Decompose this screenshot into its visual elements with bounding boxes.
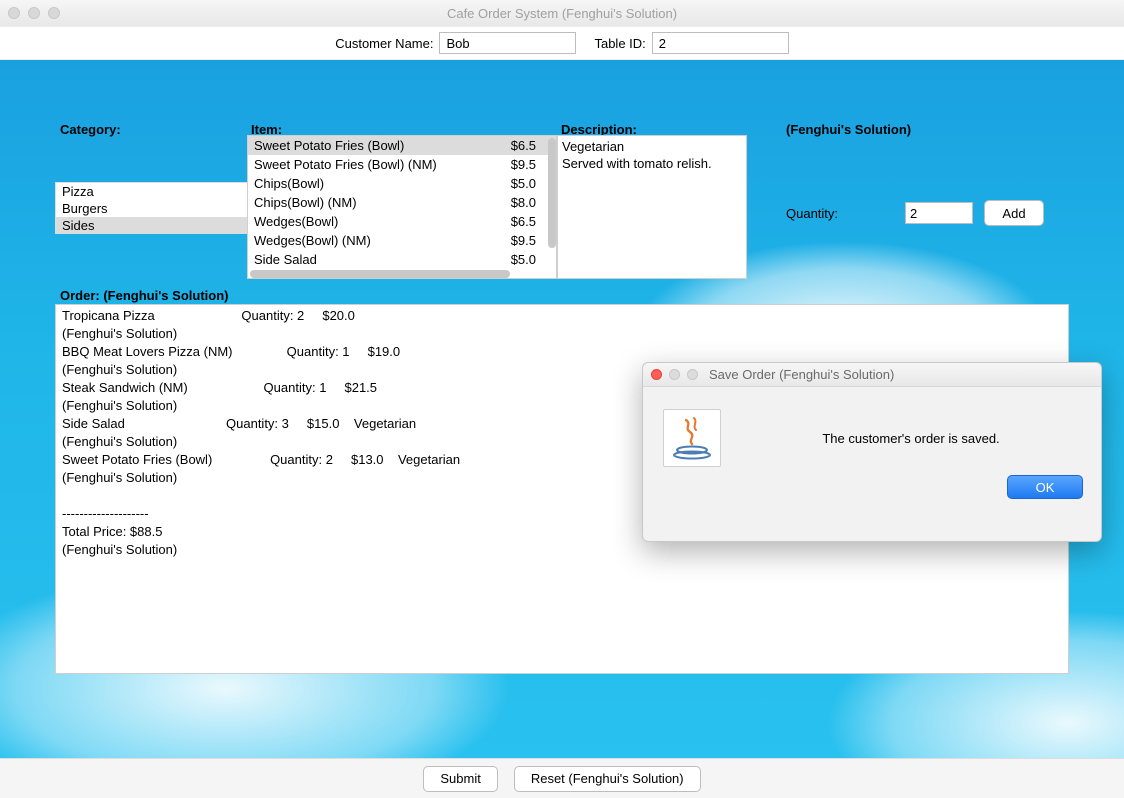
dialog-close-icon[interactable] — [651, 369, 662, 380]
quantity-input[interactable] — [905, 202, 973, 224]
item-price: $5.0 — [511, 174, 536, 193]
customer-form-row: Customer Name: Table ID: — [0, 26, 1124, 60]
add-button[interactable]: Add — [984, 200, 1044, 226]
window-title: Cafe Order System (Fenghui's Solution) — [0, 6, 1124, 21]
java-icon — [663, 409, 721, 467]
minimize-window-icon[interactable] — [28, 7, 40, 19]
item-horizontal-scrollbar[interactable] — [250, 270, 546, 278]
table-id-label: Table ID: — [594, 36, 645, 51]
dialog-titlebar: Save Order (Fenghui's Solution) — [643, 363, 1101, 387]
window-titlebar: Cafe Order System (Fenghui's Solution) — [0, 0, 1124, 26]
dialog-zoom-icon — [687, 369, 698, 380]
item-row[interactable]: Wedges(Bowl) $6.5 — [248, 212, 556, 231]
dialog-title: Save Order (Fenghui's Solution) — [709, 367, 1101, 382]
item-name: Side Salad — [254, 250, 317, 268]
dialog-message: The customer's order is saved. — [741, 431, 1081, 446]
item-name: Chips(Bowl) — [254, 174, 324, 193]
item-price: $9.5 — [511, 155, 536, 174]
item-row[interactable]: Chips(Bowl) $5.0 — [248, 174, 556, 193]
item-name: Wedges(Bowl) (NM) — [254, 231, 371, 250]
description-box: Vegetarian Served with tomato relish. — [557, 135, 747, 279]
item-name: Wedges(Bowl) — [254, 212, 338, 231]
category-row[interactable]: Burgers — [56, 200, 249, 217]
category-list[interactable]: PizzaBurgersSides — [55, 182, 250, 234]
dialog-ok-button[interactable]: OK — [1007, 475, 1083, 499]
item-name: Chips(Bowl) (NM) — [254, 193, 357, 212]
main-area: Category: Item: Description: (Fenghui's … — [0, 60, 1124, 758]
close-window-icon[interactable] — [8, 7, 20, 19]
footer-bar: Submit Reset (Fenghui's Solution) — [0, 758, 1124, 798]
item-price: $6.5 — [511, 136, 536, 155]
submit-button[interactable]: Submit — [423, 766, 497, 792]
item-row[interactable]: Chips(Bowl) (NM) $8.0 — [248, 193, 556, 212]
traffic-lights — [8, 7, 60, 19]
item-row[interactable]: Sweet Potato Fries (Bowl) $6.5 — [248, 136, 556, 155]
item-row[interactable]: Side Salad $5.0 — [248, 250, 556, 268]
description-line: Vegetarian — [562, 138, 742, 155]
item-name: Sweet Potato Fries (Bowl) (NM) — [254, 155, 437, 174]
order-heading: Order: (Fenghui's Solution) — [60, 288, 228, 303]
item-row[interactable]: Sweet Potato Fries (Bowl) (NM) $9.5 — [248, 155, 556, 174]
customer-name-input[interactable] — [439, 32, 576, 54]
item-price: $8.0 — [511, 193, 536, 212]
reset-button[interactable]: Reset (Fenghui's Solution) — [514, 766, 701, 792]
item-price: $5.0 — [511, 250, 536, 268]
item-price: $9.5 — [511, 231, 536, 250]
category-row[interactable]: Pizza — [56, 183, 249, 200]
description-line: Served with tomato relish. — [562, 155, 742, 172]
item-vertical-scrollbar[interactable] — [548, 138, 556, 268]
item-name: Sweet Potato Fries (Bowl) — [254, 136, 404, 155]
table-id-input[interactable] — [652, 32, 789, 54]
item-price: $6.5 — [511, 212, 536, 231]
save-order-dialog: Save Order (Fenghui's Solution) The cust… — [642, 362, 1102, 542]
zoom-window-icon[interactable] — [48, 7, 60, 19]
customer-name-label: Customer Name: — [335, 36, 433, 51]
item-list[interactable]: Sweet Potato Fries (Bowl)$6.5Sweet Potat… — [247, 135, 557, 279]
category-row[interactable]: Sides — [56, 217, 249, 234]
category-heading: Category: — [60, 122, 121, 137]
item-row[interactable]: Wedges(Bowl) (NM) $9.5 — [248, 231, 556, 250]
quantity-label: Quantity: — [786, 206, 838, 221]
solution-tag: (Fenghui's Solution) — [786, 122, 911, 137]
dialog-minimize-icon — [669, 369, 680, 380]
